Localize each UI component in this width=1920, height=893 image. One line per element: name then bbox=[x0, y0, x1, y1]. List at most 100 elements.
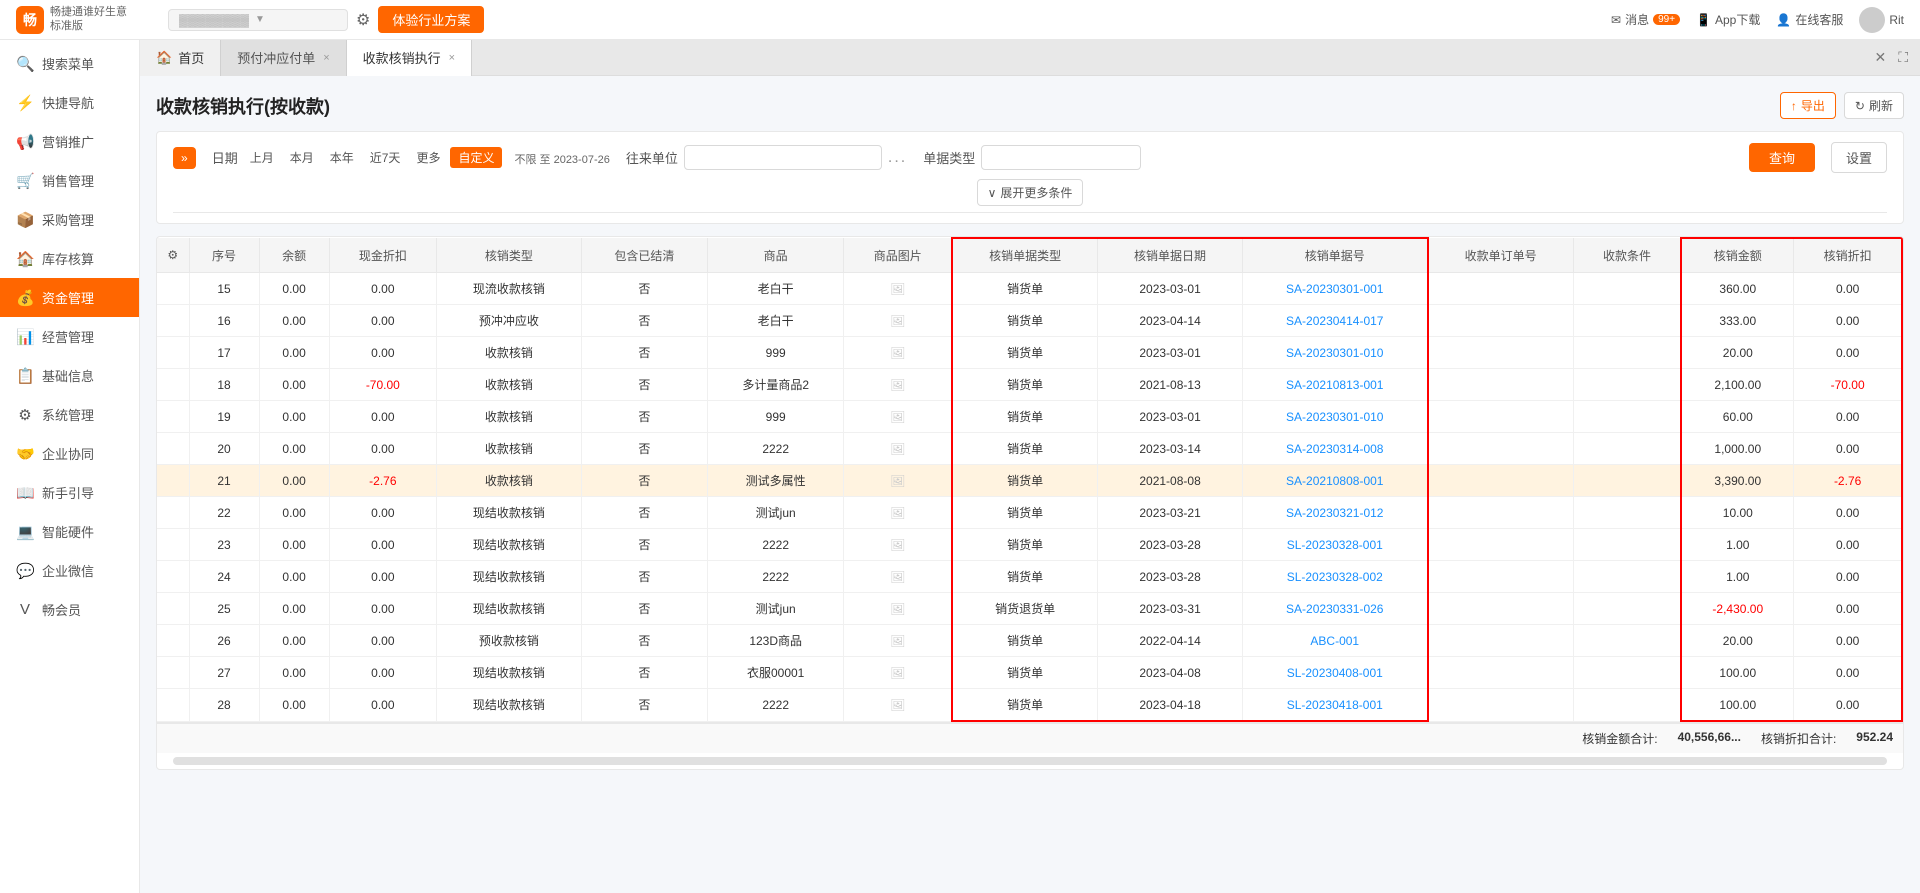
billtype-select[interactable] bbox=[981, 145, 1141, 170]
sidebar-item-hardware[interactable]: 💻 智能硬件 bbox=[0, 512, 139, 551]
cell-cancel-bill-no[interactable]: SA-20230414-017 bbox=[1242, 305, 1427, 337]
cell-cancel-bill-no[interactable]: SL-20230328-002 bbox=[1242, 561, 1427, 593]
cell-cash-discount: 0.00 bbox=[329, 401, 436, 433]
sidebar-item-system[interactable]: ⚙ 系统管理 bbox=[0, 395, 139, 434]
tab-home[interactable]: 🏠 首页 bbox=[140, 40, 221, 76]
cell-cash-discount: 0.00 bbox=[329, 433, 436, 465]
cell-balance: 0.00 bbox=[259, 657, 329, 689]
table-row: 240.000.00现结收款核销否2222🖼销货单2023-03-28SL-20… bbox=[157, 561, 1902, 593]
cell-cancel-discount: 0.00 bbox=[1794, 497, 1902, 529]
cell-cancel-bill-no[interactable]: SL-20230328-001 bbox=[1242, 529, 1427, 561]
sidebar-item-finance[interactable]: 💰 资金管理 bbox=[0, 278, 139, 317]
sidebar-item-search[interactable]: 🔍 搜索菜单 bbox=[0, 44, 139, 83]
wechat-icon: 💬 bbox=[16, 562, 34, 580]
export-btn[interactable]: ↑ 导出 bbox=[1780, 92, 1836, 119]
cell-balance: 0.00 bbox=[259, 625, 329, 657]
query-btn[interactable]: 查询 bbox=[1749, 143, 1815, 172]
date-last-month-btn[interactable]: 上月 bbox=[244, 147, 280, 168]
cell-goods-img: 🖼 bbox=[844, 689, 952, 722]
horizontal-scrollbar[interactable] bbox=[173, 757, 1887, 765]
sidebar-item-basic-info[interactable]: 📋 基础信息 bbox=[0, 356, 139, 395]
col-cancel-amount: 核销金额 bbox=[1681, 238, 1793, 273]
online-service-btn[interactable]: 👤 在线客服 bbox=[1776, 11, 1843, 28]
cell-included-settled: 否 bbox=[581, 561, 707, 593]
sidebar-item-sales[interactable]: 🛒 销售管理 bbox=[0, 161, 139, 200]
filter-bar: » 日期 上月 本月 本年 近7天 更多 自定义 不限 至 2023-07-26 bbox=[156, 131, 1904, 224]
date-more-btn[interactable]: 更多 bbox=[410, 147, 446, 168]
cell-cancel-bill-type: 销货单 bbox=[952, 433, 1098, 465]
cell-included-settled: 否 bbox=[581, 497, 707, 529]
cell-cancel-bill-date: 2023-03-28 bbox=[1098, 561, 1243, 593]
cell-cancel-bill-no[interactable]: SA-20230314-008 bbox=[1242, 433, 1427, 465]
cell-cancel-bill-no[interactable]: SA-20210808-001 bbox=[1242, 465, 1427, 497]
app-download-btn[interactable]: 📱 App下载 bbox=[1696, 11, 1760, 28]
cell-cancel-bill-no[interactable]: SA-20210813-001 bbox=[1242, 369, 1427, 401]
cell-goods: 老白干 bbox=[707, 273, 843, 305]
filter-expand-btn[interactable]: » bbox=[173, 147, 196, 169]
cell-settings bbox=[157, 305, 189, 337]
sidebar-item-member[interactable]: V 畅会员 bbox=[0, 590, 139, 629]
cell-settings bbox=[157, 593, 189, 625]
col-receipt-condition: 收款条件 bbox=[1573, 238, 1681, 273]
cell-cancel-bill-no[interactable]: SA-20230321-012 bbox=[1242, 497, 1427, 529]
tab-prepay-close-icon[interactable]: × bbox=[323, 52, 329, 64]
cell-included-settled: 否 bbox=[581, 273, 707, 305]
notification-btn[interactable]: ✉ 消息 99+ bbox=[1611, 11, 1680, 28]
sidebar-item-enterprise[interactable]: 🤝 企业协同 bbox=[0, 434, 139, 473]
cell-seq: 20 bbox=[189, 433, 259, 465]
partner-input[interactable] bbox=[684, 145, 882, 170]
cell-cancel-bill-no[interactable]: SL-20230408-001 bbox=[1242, 657, 1427, 689]
finance-icon: 💰 bbox=[16, 289, 34, 307]
col-cancel-discount: 核销折扣 bbox=[1794, 238, 1902, 273]
col-settings[interactable]: ⚙ bbox=[157, 238, 189, 273]
cell-cancel-bill-no[interactable]: SA-20230331-026 bbox=[1242, 593, 1427, 625]
user-area[interactable]: Rit bbox=[1859, 7, 1904, 33]
gear-icon[interactable]: ⚙ bbox=[356, 10, 370, 30]
industry-btn[interactable]: 体验行业方案 bbox=[378, 6, 484, 33]
date-this-month-btn[interactable]: 本月 bbox=[284, 147, 320, 168]
cell-cancel-discount: 0.00 bbox=[1794, 689, 1902, 722]
cell-receipt-condition bbox=[1573, 689, 1681, 722]
filter-billtype-group: 单据类型 bbox=[923, 145, 1141, 170]
cell-receipt-order-no bbox=[1428, 625, 1574, 657]
sidebar-item-marketing[interactable]: 📢 营销推广 bbox=[0, 122, 139, 161]
cell-balance: 0.00 bbox=[259, 369, 329, 401]
tab-close-btn[interactable]: ✕ bbox=[1870, 47, 1890, 68]
sidebar-item-operations[interactable]: 📊 经营管理 bbox=[0, 317, 139, 356]
tab-receipt-cancel-close-icon[interactable]: × bbox=[449, 52, 455, 64]
cell-cancel-bill-no[interactable]: SA-20230301-010 bbox=[1242, 401, 1427, 433]
top-right-actions: ✉ 消息 99+ 📱 App下载 👤 在线客服 Rit bbox=[1611, 7, 1904, 33]
cell-cancel-bill-no[interactable]: ABC-001 bbox=[1242, 625, 1427, 657]
cell-cancel-type: 现结收款核销 bbox=[437, 657, 582, 689]
filter-dots: ... bbox=[888, 149, 907, 167]
date-7days-btn[interactable]: 近7天 bbox=[364, 147, 407, 168]
search-bar[interactable]: ▓▓▓▓▓▓▓▓ ▼ bbox=[168, 9, 348, 31]
refresh-btn[interactable]: ↻ 刷新 bbox=[1844, 92, 1904, 119]
sidebar-item-wechat[interactable]: 💬 企业微信 bbox=[0, 551, 139, 590]
cell-cancel-bill-no[interactable]: SA-20230301-001 bbox=[1242, 273, 1427, 305]
date-custom-btn[interactable]: 自定义 bbox=[450, 147, 502, 168]
sidebar-item-inventory[interactable]: 🏠 库存核算 bbox=[0, 239, 139, 278]
expand-more-icon: ∨ bbox=[988, 186, 997, 200]
home-icon: 🏠 bbox=[156, 50, 172, 66]
cell-cancel-discount: 0.00 bbox=[1794, 529, 1902, 561]
expand-more-btn[interactable]: ∨ 展开更多条件 bbox=[977, 179, 1084, 206]
setting-btn[interactable]: 设置 bbox=[1831, 142, 1887, 173]
cell-cancel-bill-date: 2023-03-14 bbox=[1098, 433, 1243, 465]
cell-goods: 999 bbox=[707, 337, 843, 369]
cell-cancel-bill-date: 2023-03-01 bbox=[1098, 337, 1243, 369]
tab-prepay[interactable]: 预付冲应付单 × bbox=[221, 40, 346, 76]
cell-receipt-order-no bbox=[1428, 657, 1574, 689]
cell-seq: 18 bbox=[189, 369, 259, 401]
cell-cancel-bill-no[interactable]: SA-20230301-010 bbox=[1242, 337, 1427, 369]
sidebar-item-purchase[interactable]: 📦 采购管理 bbox=[0, 200, 139, 239]
date-this-year-btn[interactable]: 本年 bbox=[324, 147, 360, 168]
cell-cancel-bill-no[interactable]: SL-20230418-001 bbox=[1242, 689, 1427, 722]
cell-cancel-type: 收款核销 bbox=[437, 433, 582, 465]
tab-receipt-cancel[interactable]: 收款核销执行 × bbox=[347, 40, 472, 76]
tab-fullscreen-btn[interactable]: ⛶ bbox=[1894, 47, 1912, 68]
cell-cancel-discount: 0.00 bbox=[1794, 561, 1902, 593]
sidebar-item-quicknav[interactable]: ⚡ 快捷导航 bbox=[0, 83, 139, 122]
sidebar-item-guide[interactable]: 📖 新手引导 bbox=[0, 473, 139, 512]
logo-text: 畅捷通谁好生意 标准版 bbox=[50, 6, 127, 32]
